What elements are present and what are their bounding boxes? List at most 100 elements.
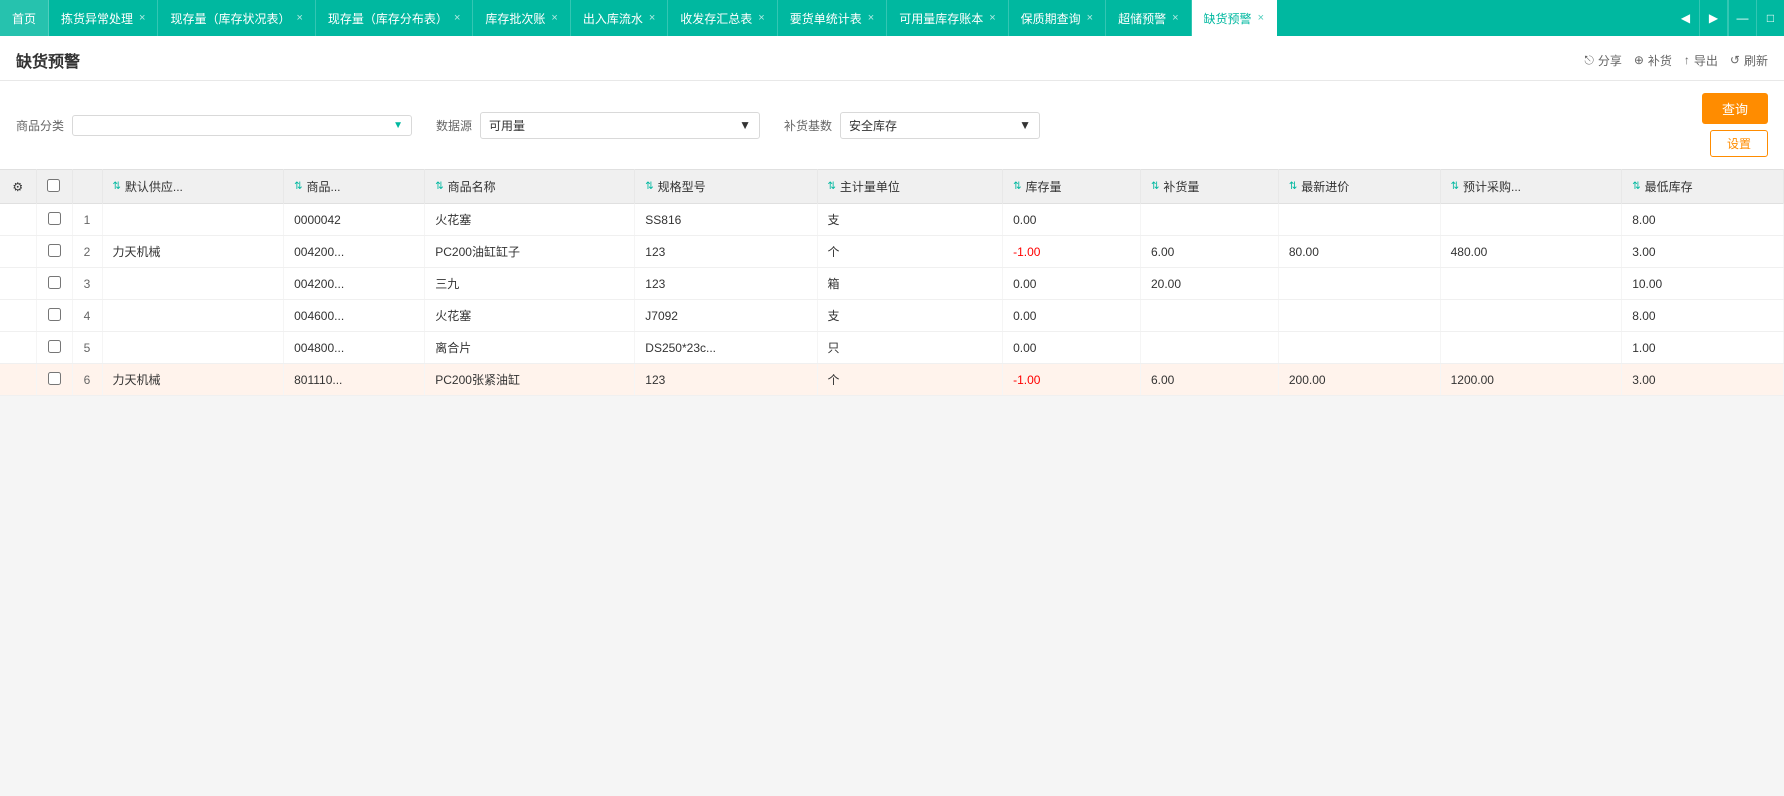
nav-tab-close-receive-summary[interactable]: × [758, 12, 764, 24]
estimated-purchase-sort-icon: ⇅ [1451, 181, 1459, 192]
nav-tab-close-inventory-status[interactable]: × [296, 12, 302, 24]
nav-tab-close-order-stats[interactable]: × [868, 12, 874, 24]
row-min-stock: 8.00 [1622, 204, 1784, 236]
name-header[interactable]: ⇅ 商品名称 [425, 170, 635, 204]
row-checkbox[interactable] [48, 212, 61, 225]
row-checkbox[interactable] [48, 372, 61, 385]
filter-row: 商品分类 ▼ 数据源 可用量 ▼ 补货基数 安全库存 ▼ 查询 设置 [0, 81, 1784, 169]
replenish-qty-header[interactable]: ⇅ 补货量 [1140, 170, 1278, 204]
nav-tab-order-stats[interactable]: 要货单统计表 × [778, 0, 887, 36]
row-num: 1 [72, 204, 102, 236]
row-spec: J7092 [635, 300, 817, 332]
nav-tab-inventory-status[interactable]: 现存量（库存状况表）× [158, 0, 315, 36]
min-stock-sort-icon: ⇅ [1632, 181, 1640, 192]
row-replenish-qty: 20.00 [1140, 268, 1278, 300]
nav-tab-expiry-query[interactable]: 保质期查询× [1009, 0, 1106, 36]
datasource-select[interactable]: 可用量 ▼ [480, 112, 760, 139]
query-button[interactable]: 查询 [1702, 93, 1768, 124]
nav-tab-close-abnormal[interactable]: × [139, 12, 145, 24]
row-checkbox[interactable] [48, 276, 61, 289]
gear-icon[interactable]: ⚙ [12, 180, 23, 194]
nav-tab-close-shortage[interactable]: × [1258, 12, 1264, 24]
row-supplier: 力天机械 [102, 236, 284, 268]
row-product-code: 004200... [284, 268, 425, 300]
refresh-action[interactable]: ↺ 刷新 [1730, 52, 1768, 69]
nav-tab-label-order-stats: 要货单统计表 [790, 10, 862, 27]
row-product-name: 三九 [425, 268, 635, 300]
nav-next-btn[interactable]: ▶ [1700, 0, 1728, 36]
supplier-header-label: 默认供应... [125, 178, 183, 195]
row-stock: 0.00 [1003, 268, 1141, 300]
replenish-action[interactable]: ⊕ 补货 [1634, 52, 1672, 69]
code-header[interactable]: ⇅ 商品... [284, 170, 425, 204]
unit-header-label: 主计量单位 [840, 178, 900, 195]
replenish-base-select[interactable]: 安全库存 ▼ [840, 112, 1040, 139]
row-checkbox[interactable] [48, 244, 61, 257]
row-num: 4 [72, 300, 102, 332]
nav-tab-abnormal[interactable]: 拣货异常处理× [49, 0, 158, 36]
export-action[interactable]: ↑ 导出 [1684, 52, 1718, 69]
nav-tab-inout-flow[interactable]: 出入库流水 × [571, 0, 668, 36]
share-action[interactable]: ⎋ 分享 [1584, 52, 1622, 69]
nav-tab-inventory-dist[interactable]: 现存量（库存分布表）× [316, 0, 473, 36]
row-estimated-purchase [1440, 300, 1622, 332]
row-min-stock: 1.00 [1622, 332, 1784, 364]
estimated-purchase-header[interactable]: ⇅ 预计采购... [1440, 170, 1622, 204]
replenish-label: 补货 [1648, 52, 1672, 69]
row-supplier [102, 332, 284, 364]
spec-header[interactable]: ⇅ 规格型号 [635, 170, 817, 204]
row-replenish-qty [1140, 332, 1278, 364]
minimize-btn[interactable]: — [1728, 0, 1756, 36]
nav-tab-available-ledger[interactable]: 可用量库存账本 × [887, 0, 1008, 36]
nav-tab-label-inout-flow: 出入库流水 [583, 10, 643, 27]
table-body: 10000042火花塞SS816支0.008.002力天机械004200...P… [0, 204, 1784, 396]
select-all-checkbox[interactable] [47, 179, 60, 192]
nav-prev-btn[interactable]: ◀ [1672, 0, 1700, 36]
gear-header[interactable]: ⚙ [0, 170, 36, 204]
nav-tab-shortage[interactable]: 缺货预警× [1192, 0, 1277, 36]
checkbox-header[interactable] [36, 170, 72, 204]
supplier-header[interactable]: ⇅ 默认供应... [102, 170, 284, 204]
nav-tab-close-inout-flow[interactable]: × [649, 12, 655, 24]
row-spec: 123 [635, 236, 817, 268]
row-num: 2 [72, 236, 102, 268]
row-latest-price [1278, 300, 1440, 332]
row-checkbox[interactable] [48, 308, 61, 321]
category-filter: 商品分类 ▼ [16, 115, 412, 136]
nav-tab-label-available-ledger: 可用量库存账本 [899, 10, 983, 27]
category-label: 商品分类 [16, 117, 64, 134]
replenish-base-arrow-icon: ▼ [1019, 118, 1031, 132]
nav-tab-close-overstock[interactable]: × [1172, 12, 1178, 24]
maximize-btn[interactable]: □ [1756, 0, 1784, 36]
unit-header[interactable]: ⇅ 主计量单位 [817, 170, 1003, 204]
latest-price-header[interactable]: ⇅ 最新进价 [1278, 170, 1440, 204]
replenish-qty-sort-icon: ⇅ [1151, 181, 1159, 192]
nav-tab-overstock[interactable]: 超储预警× [1106, 0, 1191, 36]
share-label: 分享 [1598, 52, 1622, 69]
row-checkbox-cell [36, 332, 72, 364]
nav-tab-close-inventory-dist[interactable]: × [454, 12, 460, 24]
row-checkbox-cell [36, 204, 72, 236]
min-stock-header[interactable]: ⇅ 最低库存 [1622, 170, 1784, 204]
row-spec: DS250*23c... [635, 332, 817, 364]
nav-tab-close-expiry-query[interactable]: × [1087, 12, 1093, 24]
nav-tab-batch-account[interactable]: 库存批次账× [473, 0, 570, 36]
nav-tab-home[interactable]: 首页 [0, 0, 49, 36]
table-row: 10000042火花塞SS816支0.008.00 [0, 204, 1784, 236]
nav-tab-receive-summary[interactable]: 收发存汇总表 × [668, 0, 777, 36]
settings-button[interactable]: 设置 [1710, 130, 1768, 157]
row-checkbox[interactable] [48, 340, 61, 353]
nav-tab-label-receive-summary: 收发存汇总表 [680, 10, 752, 27]
nav-tab-close-batch-account[interactable]: × [551, 12, 557, 24]
num-header [72, 170, 102, 204]
row-estimated-purchase [1440, 332, 1622, 364]
category-select[interactable]: ▼ [72, 115, 412, 136]
replenish-icon: ⊕ [1634, 53, 1644, 67]
category-arrow-icon: ▼ [393, 120, 403, 131]
nav-tab-close-available-ledger[interactable]: × [989, 12, 995, 24]
stock-header[interactable]: ⇅ 库存量 [1003, 170, 1141, 204]
row-num: 3 [72, 268, 102, 300]
replenish-base-value: 安全库存 [849, 117, 897, 134]
row-product-code: 004600... [284, 300, 425, 332]
row-spec: 123 [635, 364, 817, 396]
